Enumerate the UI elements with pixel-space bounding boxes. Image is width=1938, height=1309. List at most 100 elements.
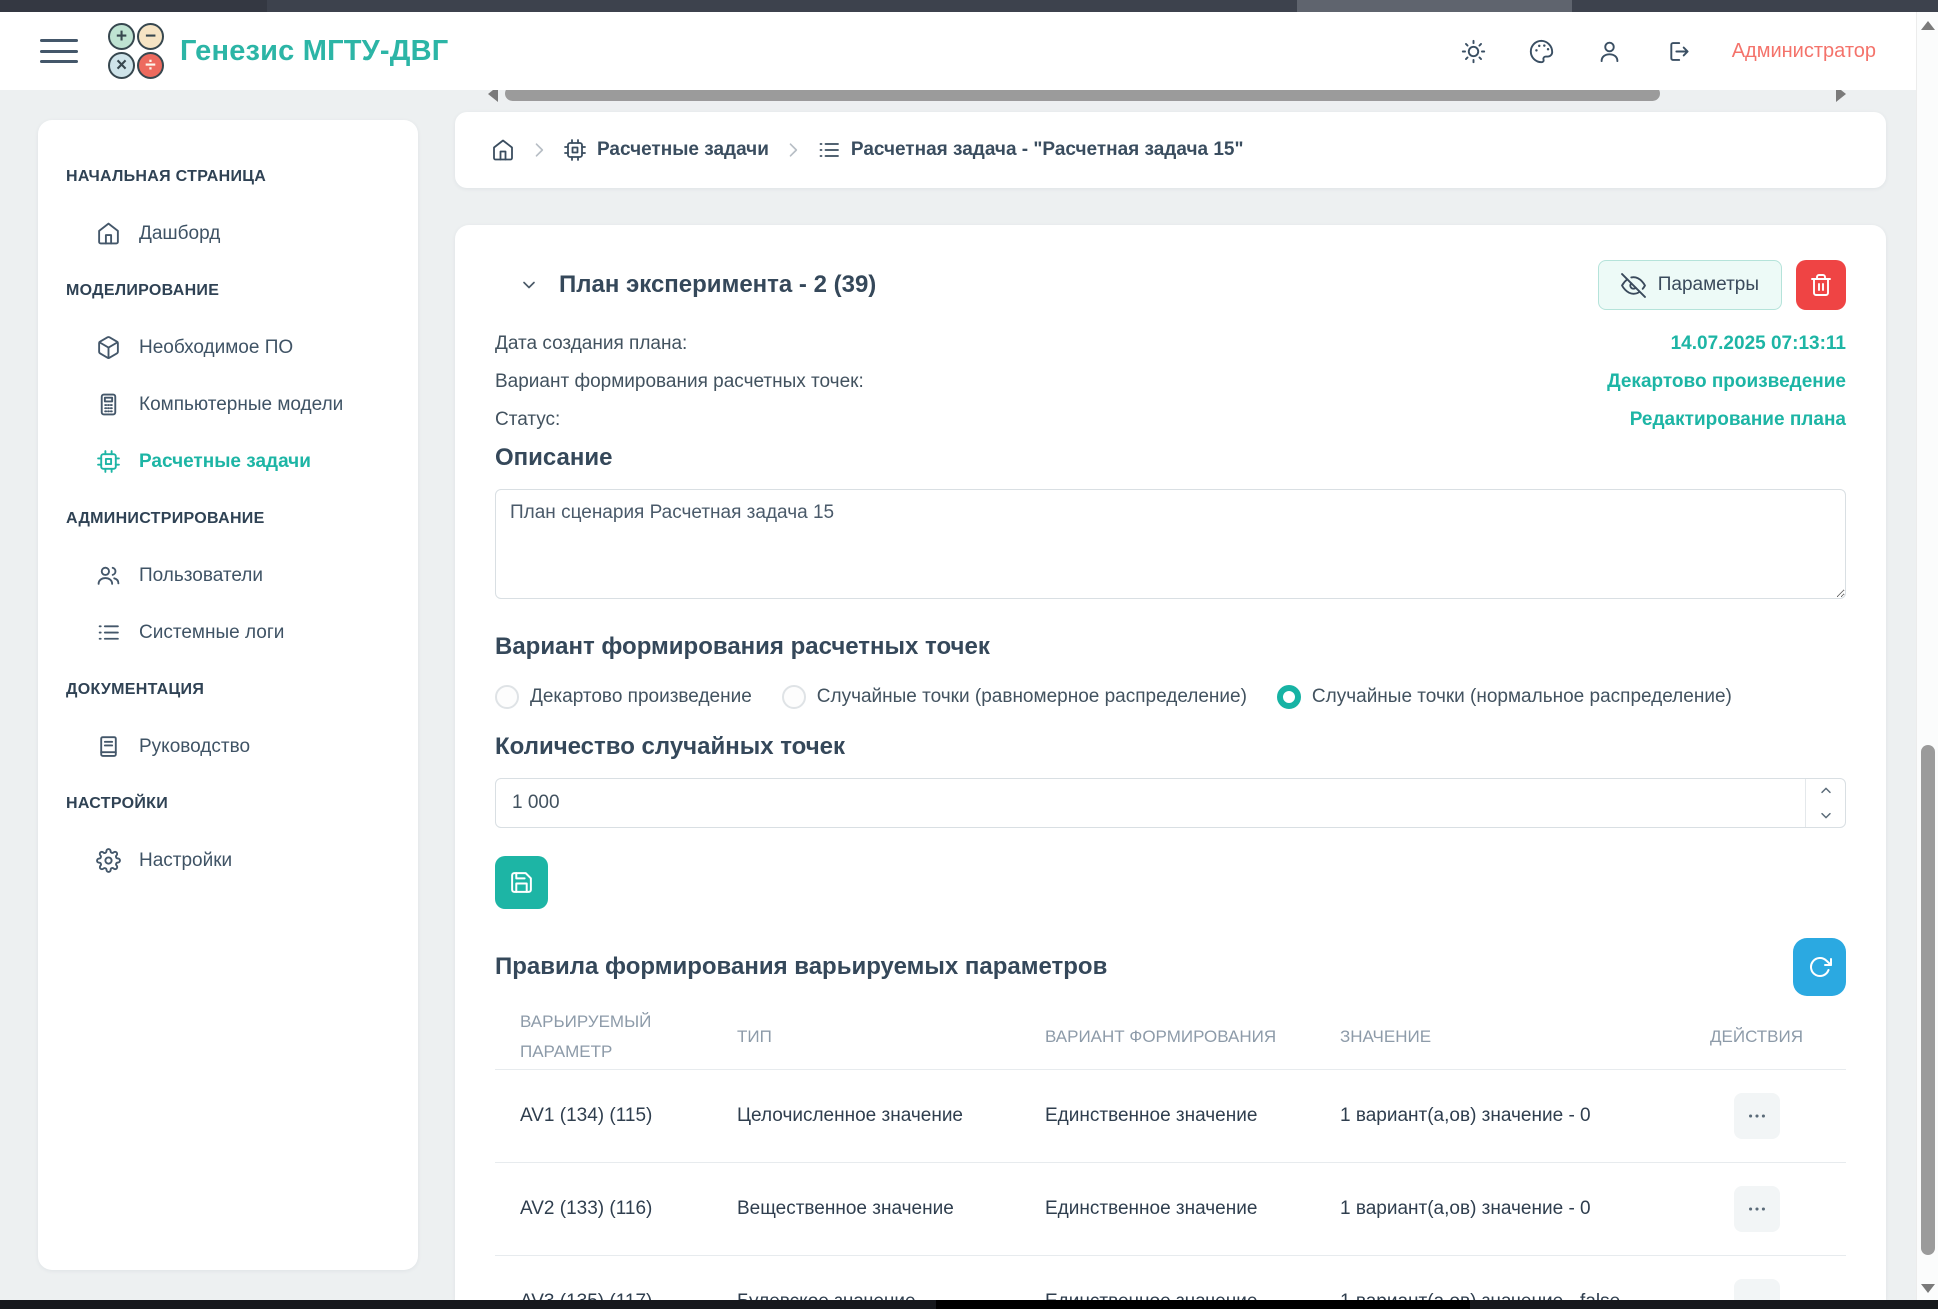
spinner-down-icon[interactable]: [1806, 803, 1845, 827]
cell-value: 1 вариант(а,ов) значение - 0: [1340, 1105, 1591, 1126]
table-row: AV3 (135) (117) Булевское значение Единс…: [495, 1255, 1846, 1300]
logo-times-circle: ×: [108, 52, 135, 79]
chevron-right-icon: [783, 140, 803, 160]
description-heading: Описание: [495, 444, 613, 471]
top-strip-segment: [0, 0, 267, 12]
cell-value: 1 вариант(а,ов) значение - 0: [1340, 1198, 1591, 1219]
hamburger-menu-icon[interactable]: [40, 36, 78, 66]
breadcrumb: Расчетные задачи Расчетная задача - "Рас…: [455, 112, 1886, 188]
cell-value: 1 вариант(а,ов) значение - false: [1340, 1291, 1710, 1300]
points-count-heading: Количество случайных точек: [495, 733, 846, 760]
table-row: AV2 (133) (116) Вещественное значение Ед…: [495, 1162, 1846, 1255]
sidebar-item-label: Пользователи: [139, 564, 264, 586]
breadcrumb-calc-tasks[interactable]: Расчетные задачи: [563, 138, 769, 162]
theme-sun-icon[interactable]: [1460, 38, 1487, 65]
meta-label: Вариант формирования расчетных точек:: [495, 371, 864, 392]
column-header: ВАРЬИРУЕМЫЙ ПАРАМЕТР: [520, 1012, 652, 1061]
column-header: ЗНАЧЕНИЕ: [1340, 1027, 1432, 1047]
description-textarea[interactable]: План сценария Расчетная задача 15: [495, 489, 1846, 599]
sidebar-item-label: Руководство: [139, 735, 251, 757]
row-actions-ellipsis-button[interactable]: [1733, 1279, 1780, 1300]
radio-uniform-random[interactable]: Случайные точки (равномерное распределен…: [781, 685, 1247, 709]
delete-plan-button[interactable]: [1796, 260, 1846, 310]
logo-plus-circle: +: [108, 23, 135, 50]
cell-variant: Единственное значение: [1045, 1105, 1258, 1126]
radio-label: Случайные точки (равномерное распределен…: [816, 686, 1247, 707]
user-profile-icon[interactable]: [1596, 38, 1623, 65]
radio-normal-random[interactable]: Случайные точки (нормальное распределени…: [1276, 685, 1732, 709]
chip-icon: [563, 138, 587, 162]
sidebar-section-documentation: ДОКУМЕНТАЦИЯ: [66, 680, 205, 698]
sidebar-section-settings: НАСТРОЙКИ: [66, 794, 169, 812]
save-button[interactable]: [495, 856, 548, 909]
row-actions-ellipsis-button[interactable]: [1733, 1093, 1780, 1139]
parameters-button[interactable]: Параметры: [1597, 260, 1782, 310]
meta-value-created-date: 14.07.2025 07:13:11: [1670, 333, 1846, 354]
variant-heading: Вариант формирования расчетных точек: [495, 633, 990, 660]
spinner-up-icon[interactable]: [1806, 779, 1845, 803]
sidebar-section-modeling: МОДЕЛИРОВАНИЕ: [66, 281, 220, 299]
radio-cartesian-product[interactable]: Декартово произведение: [495, 685, 752, 709]
top-strip-tab-segment: [1297, 0, 1572, 12]
calculator-icon: [96, 392, 121, 417]
radio-icon: [495, 685, 519, 709]
collapse-chevron-down-icon[interactable]: [509, 265, 549, 305]
sidebar-section-administration: АДМИНИСТРИРОВАНИЕ: [66, 509, 265, 527]
users-icon: [96, 563, 121, 588]
meta-label: Дата создания плана:: [495, 333, 688, 354]
sidebar-item-software[interactable]: Необходимое ПО: [38, 319, 418, 376]
refresh-icon: [1808, 955, 1832, 979]
sidebar-item-computer-models[interactable]: Компьютерные модели: [38, 376, 418, 433]
content-area: Расчетные задачи Расчетная задача - "Рас…: [455, 84, 1886, 1300]
column-header: ДЕЙСТВИЯ: [1710, 1027, 1804, 1047]
experiment-plan-card: План эксперимента - 2 (39) Параметры Дат…: [455, 225, 1886, 1300]
app-header: + − × ÷ Генезис МГТУ-ДВГ Администратор: [0, 12, 1938, 90]
plan-title: План эксперимента - 2 (39): [559, 271, 877, 298]
sidebar-item-label: Необходимое ПО: [139, 336, 294, 358]
table-header-row: ВАРЬИРУЕМЫЙ ПАРАМЕТР ТИП ВАРИАНТ ФОРМИРО…: [495, 1005, 1846, 1069]
refresh-button[interactable]: [1793, 938, 1846, 996]
sidebar-item-dashboard[interactable]: Дашборд: [38, 205, 418, 262]
chip-icon: [96, 449, 121, 474]
sidebar-item-system-logs[interactable]: Системные логи: [38, 604, 418, 661]
vertical-scrollbar: [1916, 12, 1938, 1300]
logout-icon[interactable]: [1664, 38, 1691, 65]
cell-variant: Единственное значение: [1045, 1291, 1340, 1300]
list-icon: [96, 620, 121, 645]
column-header: ТИП: [737, 1027, 772, 1047]
meta-row-variant: Вариант формирования расчетных точек: Де…: [495, 363, 1846, 401]
sidebar: НАЧАЛЬНАЯ СТРАНИЦА Дашборд МОДЕЛИРОВАНИЕ…: [38, 120, 418, 1270]
cell-type: Булевское значение: [737, 1291, 1045, 1300]
sidebar-item-users[interactable]: Пользователи: [38, 547, 418, 604]
scroll-up-arrow[interactable]: [1921, 21, 1935, 30]
breadcrumb-home[interactable]: [491, 138, 515, 162]
user-role-label[interactable]: Администратор: [1732, 40, 1876, 63]
row-actions-ellipsis-button[interactable]: [1733, 1186, 1780, 1232]
cell-param: AV1 (134) (115): [520, 1105, 653, 1126]
meta-label: Статус:: [495, 409, 561, 430]
rules-heading: Правила формирования варьируемых парамет…: [495, 953, 1108, 980]
window-bottom-strip: [0, 1300, 1938, 1309]
sidebar-item-label: Настройки: [139, 849, 233, 871]
meta-row-status: Статус: Редактирование плана: [495, 401, 1846, 439]
sidebar-section-home: НАЧАЛЬНАЯ СТРАНИЦА: [66, 167, 267, 185]
meta-value-variant: Декартово произведение: [1607, 371, 1846, 392]
radio-label: Случайные точки (нормальное распределени…: [1311, 686, 1732, 707]
points-count-input[interactable]: [495, 778, 1846, 828]
breadcrumb-current-task[interactable]: Расчетная задача - "Расчетная задача 15": [817, 138, 1243, 162]
variant-radio-group: Декартово произведение Случайные точки (…: [495, 682, 1846, 712]
cell-param: AV3 (135) (117): [520, 1291, 737, 1300]
vertical-scroll-thumb[interactable]: [1921, 745, 1935, 1255]
app-logo: + − × ÷: [108, 23, 164, 79]
column-header: ВАРИАНТ ФОРМИРОВАНИЯ: [1045, 1027, 1277, 1047]
sidebar-item-settings[interactable]: Настройки: [38, 832, 418, 889]
list-icon: [817, 138, 841, 162]
cell-type: Вещественное значение: [737, 1198, 954, 1219]
palette-icon[interactable]: [1528, 38, 1555, 65]
sidebar-item-manual[interactable]: Руководство: [38, 718, 418, 775]
sidebar-item-calc-tasks[interactable]: Расчетные задачи: [38, 433, 418, 490]
app-title: Генезис МГТУ-ДВГ: [180, 34, 449, 67]
scroll-down-arrow[interactable]: [1921, 1284, 1935, 1293]
eye-off-icon: [1620, 272, 1646, 298]
number-spinner: [1805, 779, 1845, 827]
